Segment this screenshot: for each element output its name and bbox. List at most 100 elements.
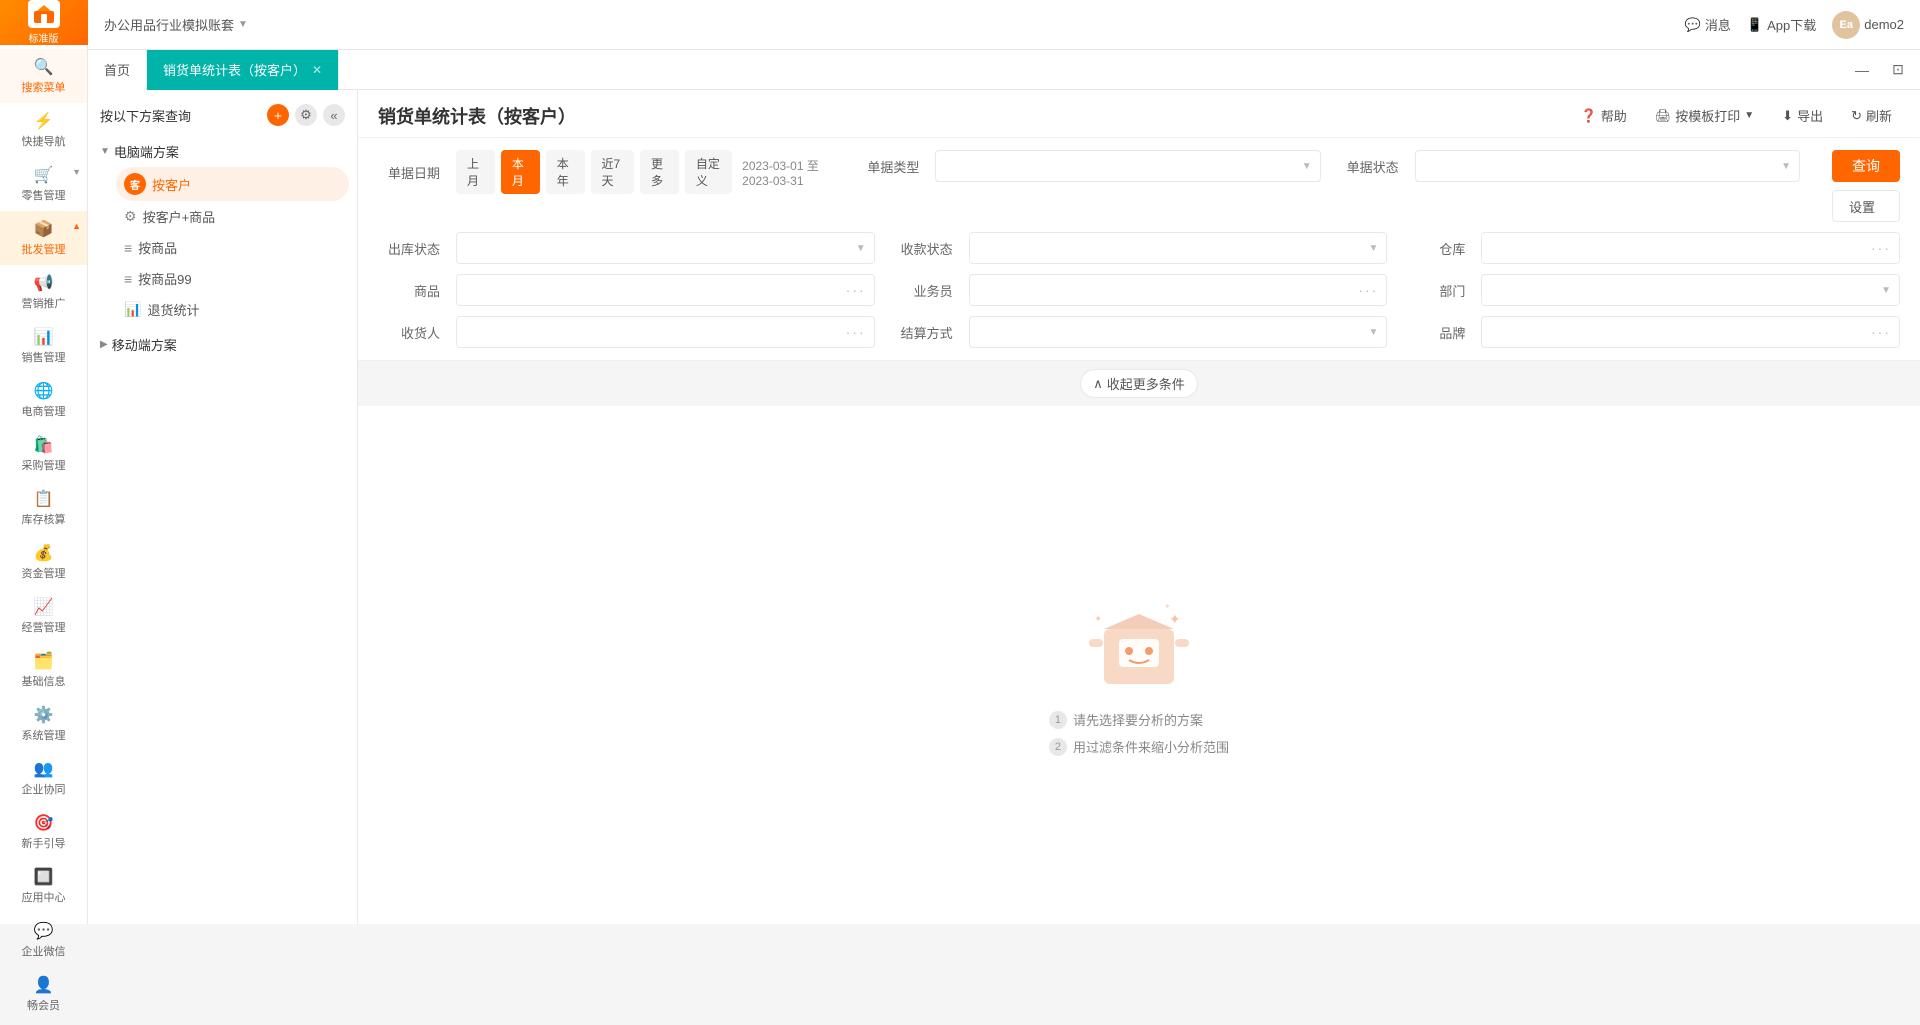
svg-text:✦: ✦ — [1169, 611, 1181, 627]
retail-icon: 🛒 — [34, 165, 54, 185]
sidebar-item-app-center-label: 应用中心 — [22, 889, 66, 905]
date-btn-last-month[interactable]: 上月 — [456, 150, 495, 194]
sidebar-item-finance-label: 资金管理 — [22, 565, 66, 581]
out-status-label: 出库状态 — [378, 239, 448, 258]
message-btn[interactable]: 💬 消息 — [1685, 15, 1731, 34]
user-menu[interactable]: Ea demo2 — [1832, 11, 1904, 39]
date-btn-custom[interactable]: 自定义 — [685, 150, 732, 194]
department-arrow: ▼ — [1881, 285, 1891, 296]
sidebar-item-marketing-label: 营销推广 — [22, 295, 66, 311]
collapse-label: 收起更多条件 — [1107, 374, 1185, 393]
brand-label: 品牌 — [1403, 323, 1473, 342]
tab-controls: — ⊡ — [1848, 56, 1920, 84]
sidebar-item-wholesale[interactable]: 📦 批发管理 ▲ — [0, 211, 87, 265]
sidebar-item-quick-nav[interactable]: ⚡ 快捷导航 — [0, 103, 87, 157]
date-btn-this-month[interactable]: 本月 — [501, 150, 540, 194]
right-main: 销货单统计表（按客户） ❓ 帮助 🖨 按模板打印 ▼ ⬇ 导出 — [358, 90, 1920, 924]
settlement-control[interactable]: ▼ — [969, 316, 1388, 348]
settlement-arrow: ▼ — [1368, 327, 1378, 338]
app-download-icon: 📱 — [1747, 17, 1763, 33]
goods-control[interactable]: ··· — [456, 274, 875, 306]
mobile-section-label: 移动端方案 — [112, 335, 177, 354]
action-buttons: 查询 设置 — [1832, 150, 1900, 222]
payment-status-control[interactable]: ▼ — [969, 232, 1388, 264]
sidebar-item-member-label: 畅会员 — [27, 997, 60, 1013]
department-control[interactable]: ▼ — [1481, 274, 1900, 306]
tab-close-icon[interactable]: ✕ — [312, 63, 322, 77]
doc-status-control[interactable]: ▼ — [1415, 150, 1800, 182]
brand-control[interactable]: ··· — [1481, 316, 1900, 348]
doc-status-label: 单据状态 — [1337, 157, 1407, 176]
operations-icon: 📈 — [34, 597, 54, 617]
sidebar-item-app-center[interactable]: 🔲 应用中心 — [0, 859, 87, 913]
sidebar-item-retail[interactable]: 🛒 零售管理 ▼ — [0, 157, 87, 211]
empty-tips: 1 请先选择要分析的方案 2 用过滤条件来缩小分析范围 — [1049, 710, 1229, 756]
query-button[interactable]: 查询 — [1832, 150, 1900, 182]
scheme-item-by-customer-goods[interactable]: ⚙ 按客户+商品 — [116, 201, 349, 232]
sidebar-item-marketing[interactable]: 📢 营销推广 — [0, 265, 87, 319]
sidebar-item-search[interactable]: 🔍 搜索菜单 — [0, 49, 87, 103]
tip-1-num: 1 — [1049, 711, 1067, 729]
scheme-item-return-stats[interactable]: 📊 退货统计 — [116, 294, 349, 325]
add-scheme-btn[interactable]: + — [267, 104, 289, 126]
sidebar-item-finance[interactable]: 💰 资金管理 — [0, 535, 87, 589]
consignee-label: 收货人 — [378, 323, 448, 342]
desktop-section-header[interactable]: ▼ 电脑端方案 — [96, 136, 349, 167]
finance-icon: 💰 — [34, 543, 54, 563]
warehouse-control[interactable]: ··· — [1481, 232, 1900, 264]
sidebar-item-member[interactable]: 👤 畅会员 — [0, 967, 87, 1021]
date-filter: 上月 本月 本年 近7天 更多 自定义 2023-03-01 至 2023-03… — [456, 150, 841, 194]
search-icon: 🔍 — [34, 57, 54, 77]
ecommerce-icon: 🌐 — [34, 381, 54, 401]
date-btn-this-year[interactable]: 本年 — [546, 150, 585, 194]
message-icon: 💬 — [1685, 17, 1701, 33]
sidebar-item-system[interactable]: ⚙️ 系统管理 — [0, 697, 87, 751]
svg-text:✦: ✦ — [1164, 602, 1171, 611]
sidebar-item-ecommerce[interactable]: 🌐 电商管理 — [0, 373, 87, 427]
brand-dots: ··· — [1871, 324, 1891, 340]
tabbar: 首页 销货单统计表（按客户） ✕ — ⊡ — [88, 50, 1920, 90]
consignee-dots: ··· — [846, 324, 866, 340]
out-status-control[interactable]: ▼ — [456, 232, 875, 264]
date-btn-more[interactable]: 更多 — [640, 150, 679, 194]
panel-collapse-btn[interactable]: « — [323, 104, 345, 126]
tab-minimize-btn[interactable]: — — [1848, 56, 1876, 84]
scheme-item-by-customer[interactable]: 客 按客户 — [116, 167, 349, 201]
print-btn[interactable]: 🖨 按模板打印 ▼ — [1647, 102, 1762, 129]
scheme-item-by-goods-99[interactable]: ≡ 按商品99 — [116, 263, 349, 294]
doc-status-arrow: ▼ — [1781, 161, 1791, 172]
doc-type-control[interactable]: ▼ — [935, 150, 1320, 182]
settings-button[interactable]: 设置 — [1832, 190, 1900, 222]
sidebar-item-sales-mgmt[interactable]: 📊 销售管理 — [0, 319, 87, 373]
sidebar-item-guide[interactable]: 🎯 新手引导 — [0, 805, 87, 859]
account-selector[interactable]: 办公用品行业模拟账套 ▼ — [104, 15, 248, 34]
left-panel-title: 按以下方案查询 — [100, 106, 191, 125]
export-btn[interactable]: ⬇ 导出 — [1774, 102, 1831, 129]
department-label: 部门 — [1403, 281, 1473, 300]
sidebar-item-wechat[interactable]: 💬 企业微信 — [0, 913, 87, 967]
sidebar-item-operations[interactable]: 📈 经营管理 — [0, 589, 87, 643]
app-center-icon: 🔲 — [34, 867, 54, 887]
date-btn-last-7-days[interactable]: 近7天 — [591, 150, 635, 194]
collapse-row: ∧ 收起更多条件 — [358, 361, 1920, 406]
tab-maximize-btn[interactable]: ⊡ — [1884, 56, 1912, 84]
salesperson-control[interactable]: ··· — [969, 274, 1388, 306]
sidebar-item-inventory[interactable]: 📋 库存核算 — [0, 481, 87, 535]
sidebar-item-enterprise[interactable]: 👥 企业协同 — [0, 751, 87, 805]
consignee-control[interactable]: ··· — [456, 316, 875, 348]
help-btn[interactable]: ❓ 帮助 — [1573, 102, 1635, 129]
app-download-btn[interactable]: 📱 App下载 — [1747, 15, 1816, 34]
export-icon: ⬇ — [1782, 108, 1793, 124]
sidebar-item-purchase[interactable]: 🛍️ 采购管理 — [0, 427, 87, 481]
sidebar-item-basic[interactable]: 🗂️ 基础信息 — [0, 643, 87, 697]
mobile-section-header[interactable]: ▶ 移动端方案 — [96, 329, 349, 360]
scheme-item-by-goods[interactable]: ≡ 按商品 — [116, 232, 349, 263]
refresh-btn[interactable]: ↻ 刷新 — [1843, 102, 1900, 129]
scheme-settings-btn[interactable]: ⚙ — [295, 104, 317, 126]
sidebar-item-retail-label: 零售管理 — [22, 187, 66, 203]
tab-home[interactable]: 首页 — [88, 50, 147, 90]
collapse-btn[interactable]: ∧ 收起更多条件 — [1080, 369, 1198, 398]
page-title: 销货单统计表（按客户） — [378, 103, 576, 129]
tab-sales-stats[interactable]: 销货单统计表（按客户） ✕ — [147, 50, 339, 90]
by-customer-icon: 客 — [124, 173, 146, 195]
